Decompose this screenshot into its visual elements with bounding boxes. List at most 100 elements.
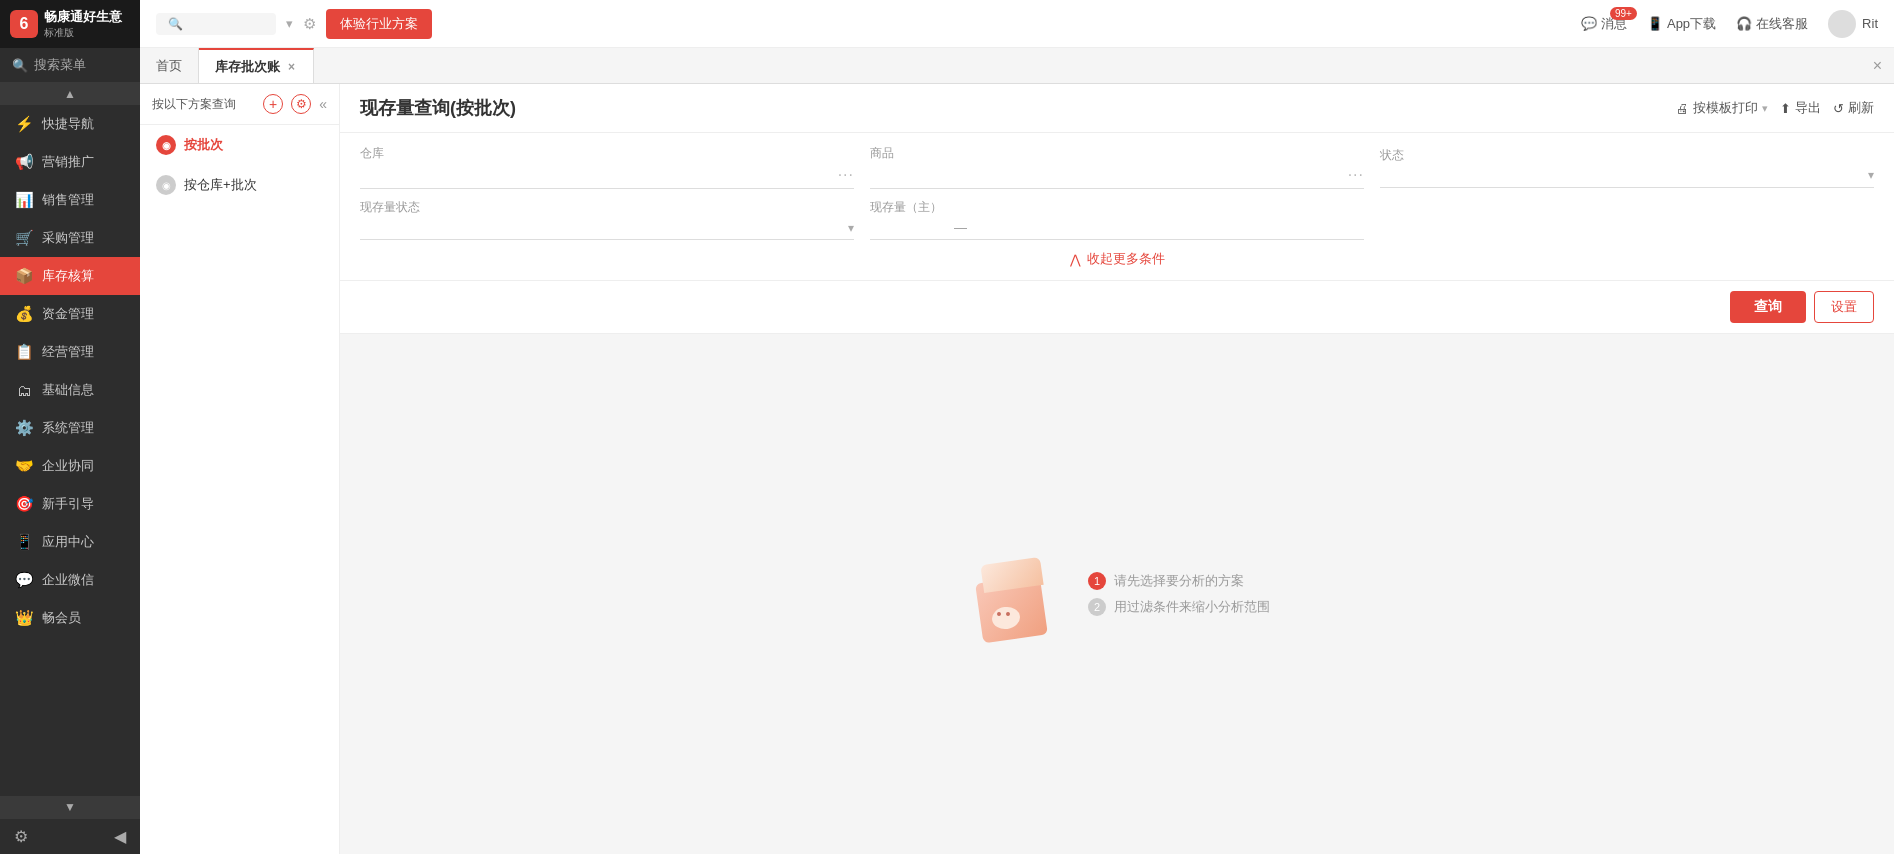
sidebar-item-kuaijie[interactable]: ⚡ 快捷导航 bbox=[0, 105, 140, 143]
settings-btn[interactable]: 设置 bbox=[1814, 291, 1874, 323]
topbar: 🔍 ▾ ⚙ 体验行业方案 💬 消息 99+ 📱 App下载 🎧 在线客服 Rit bbox=[140, 0, 1894, 48]
nav-icon-jingying: 📋 bbox=[14, 343, 34, 361]
user-name: Rit bbox=[1862, 16, 1878, 31]
conditions-row-1: 仓库 ··· 商品 ··· bbox=[360, 145, 1874, 189]
inventory-status-select[interactable] bbox=[360, 220, 844, 235]
sidebar-item-jingying[interactable]: 📋 经营管理 bbox=[0, 333, 140, 371]
range-dash: — bbox=[954, 220, 967, 235]
scheme-item-cangku-pici[interactable]: ◉ 按仓库+批次 bbox=[140, 165, 339, 205]
settings-icon[interactable]: ⚙ bbox=[14, 827, 28, 846]
product-input-wrap: ··· bbox=[870, 166, 1364, 189]
sidebar-item-kucun[interactable]: 📦 库存核算 bbox=[0, 257, 140, 295]
nav-label-caigou: 采购管理 bbox=[42, 229, 94, 247]
collapse-more-conditions[interactable]: ⋀ 收起更多条件 bbox=[360, 250, 1874, 268]
export-btn[interactable]: ⬆ 导出 bbox=[1780, 99, 1821, 117]
sidebar-item-xiaoshou[interactable]: 📊 销售管理 bbox=[0, 181, 140, 219]
tip-text-1: 请先选择要分析的方案 bbox=[1114, 572, 1244, 590]
sidebar-scroll-up[interactable]: ▲ bbox=[0, 83, 140, 105]
add-scheme-btn[interactable]: + bbox=[263, 94, 283, 114]
print-label: 按模板打印 bbox=[1693, 99, 1758, 117]
status-select-wrap: ▾ bbox=[1380, 168, 1874, 188]
app-download-action[interactable]: 📱 App下载 bbox=[1647, 15, 1716, 33]
sidebar-item-yingyong[interactable]: 📱 应用中心 bbox=[0, 523, 140, 561]
print-dropdown-icon[interactable]: ▾ bbox=[1762, 102, 1768, 115]
product-more-icon[interactable]: ··· bbox=[1348, 166, 1364, 184]
sidebar-bottom: ⚙ ◀ bbox=[0, 818, 140, 854]
scheme-label-cangku-pici: 按仓库+批次 bbox=[184, 176, 257, 194]
print-btn[interactable]: 🖨 按模板打印 ▾ bbox=[1676, 99, 1768, 117]
sidebar-item-yingxiao[interactable]: 📢 营销推广 bbox=[0, 143, 140, 181]
tab-close-icon[interactable]: × bbox=[286, 58, 297, 76]
status-chevron-icon: ▾ bbox=[1868, 168, 1874, 182]
search-menu-item[interactable]: 🔍 搜索菜单 bbox=[0, 48, 140, 83]
nav-icon-xitong: ⚙️ bbox=[14, 419, 34, 437]
scheme-settings-btn[interactable]: ⚙ bbox=[291, 94, 311, 114]
messages-action[interactable]: 💬 消息 99+ bbox=[1581, 15, 1627, 33]
warehouse-input[interactable] bbox=[360, 168, 838, 183]
plus-icon: + bbox=[269, 96, 277, 112]
nav-label-kucun: 库存核算 bbox=[42, 267, 94, 285]
online-service-action[interactable]: 🎧 在线客服 bbox=[1736, 15, 1808, 33]
tip-text-2: 用过滤条件来缩小分析范围 bbox=[1114, 598, 1270, 616]
page-title: 现存量查询(按批次) bbox=[360, 96, 516, 120]
nav-icon-kucun: 📦 bbox=[14, 267, 34, 285]
sidebar-item-caigou[interactable]: 🛒 采购管理 bbox=[0, 219, 140, 257]
sidebar-item-jichu[interactable]: 🗂 基础信息 bbox=[0, 371, 140, 409]
action-row: 查询 设置 bbox=[340, 281, 1894, 334]
tab-home-label: 首页 bbox=[156, 57, 182, 75]
collapse-label: 收起更多条件 bbox=[1087, 250, 1165, 268]
nav-label-kuaijie: 快捷导航 bbox=[42, 115, 94, 133]
nav-icon-qiye: 🤝 bbox=[14, 457, 34, 475]
nav-icon-huiyuan: 👑 bbox=[14, 609, 34, 627]
nav-label-weixin: 企业微信 bbox=[42, 571, 94, 589]
phone-icon: 📱 bbox=[1647, 16, 1663, 31]
topbar-search-box[interactable]: 🔍 bbox=[156, 13, 276, 35]
product-input[interactable] bbox=[870, 168, 1348, 183]
sidebar-item-qiye[interactable]: 🤝 企业协同 bbox=[0, 447, 140, 485]
tab-home[interactable]: 首页 bbox=[140, 48, 199, 83]
query-btn[interactable]: 查询 bbox=[1730, 291, 1806, 323]
tabbar-close-btn[interactable]: × bbox=[1869, 53, 1886, 79]
scheme-icon-red: ◉ bbox=[156, 135, 176, 155]
nav-icon-yingxiao: 📢 bbox=[14, 153, 34, 171]
filter-panel: 按以下方案查询 + ⚙ « ◉ 按批次 ◉ bbox=[140, 84, 340, 854]
user-area[interactable]: Rit bbox=[1828, 10, 1878, 38]
conditions-row-2: 现存量状态 ▾ 现存量（主） — bbox=[360, 199, 1874, 240]
status-label: 状态 bbox=[1380, 147, 1874, 164]
export-icon: ⬆ bbox=[1780, 101, 1791, 116]
experience-btn[interactable]: 体验行业方案 bbox=[326, 9, 432, 39]
collapse-filter-icon[interactable]: « bbox=[319, 96, 327, 112]
topbar-dropdown-icon[interactable]: ▾ bbox=[286, 16, 293, 31]
refresh-icon: ↺ bbox=[1833, 101, 1844, 116]
condition-inventory-qty: 现存量（主） — bbox=[870, 199, 1364, 240]
tab-batch-account[interactable]: 库存批次账 × bbox=[199, 48, 314, 83]
inventory-status-chevron-icon: ▾ bbox=[848, 221, 854, 235]
sidebar-item-weixin[interactable]: 💬 企业微信 bbox=[0, 561, 140, 599]
sidebar-scroll-down[interactable]: ▼ bbox=[0, 796, 140, 818]
topbar-gear-icon[interactable]: ⚙ bbox=[303, 15, 316, 33]
filter-header-icons: + ⚙ « bbox=[263, 94, 327, 114]
qty-to-input[interactable] bbox=[971, 220, 1051, 235]
sidebar-item-xitong[interactable]: ⚙️ 系统管理 bbox=[0, 409, 140, 447]
status-select[interactable] bbox=[1380, 168, 1864, 183]
sidebar-item-zijin[interactable]: 💰 资金管理 bbox=[0, 295, 140, 333]
sidebar-item-xinshou[interactable]: 🎯 新手引导 bbox=[0, 485, 140, 523]
nav-icon-weixin: 💬 bbox=[14, 571, 34, 589]
nav-label-qiye: 企业协同 bbox=[42, 457, 94, 475]
warehouse-more-icon[interactable]: ··· bbox=[838, 166, 854, 184]
refresh-btn[interactable]: ↺ 刷新 bbox=[1833, 99, 1874, 117]
main-area: 🔍 ▾ ⚙ 体验行业方案 💬 消息 99+ 📱 App下载 🎧 在线客服 Rit bbox=[140, 0, 1894, 854]
inventory-qty-label: 现存量（主） bbox=[870, 199, 1364, 216]
export-label: 导出 bbox=[1795, 99, 1821, 117]
empty-illustration bbox=[964, 544, 1064, 644]
nav-label-yingyong: 应用中心 bbox=[42, 533, 94, 551]
filter-panel-header: 按以下方案查询 + ⚙ « bbox=[140, 84, 339, 125]
tip-num-2: 2 bbox=[1088, 598, 1106, 616]
warehouse-label: 仓库 bbox=[360, 145, 854, 162]
sidebar-item-huiyuan[interactable]: 👑 畅会员 bbox=[0, 599, 140, 637]
scheme-item-pici[interactable]: ◉ 按批次 bbox=[140, 125, 339, 165]
qty-from-input[interactable] bbox=[870, 220, 950, 235]
nav-label-xinshou: 新手引导 bbox=[42, 495, 94, 513]
nav-icon-xiaoshou: 📊 bbox=[14, 191, 34, 209]
collapse-sidebar-icon[interactable]: ◀ bbox=[114, 827, 126, 846]
